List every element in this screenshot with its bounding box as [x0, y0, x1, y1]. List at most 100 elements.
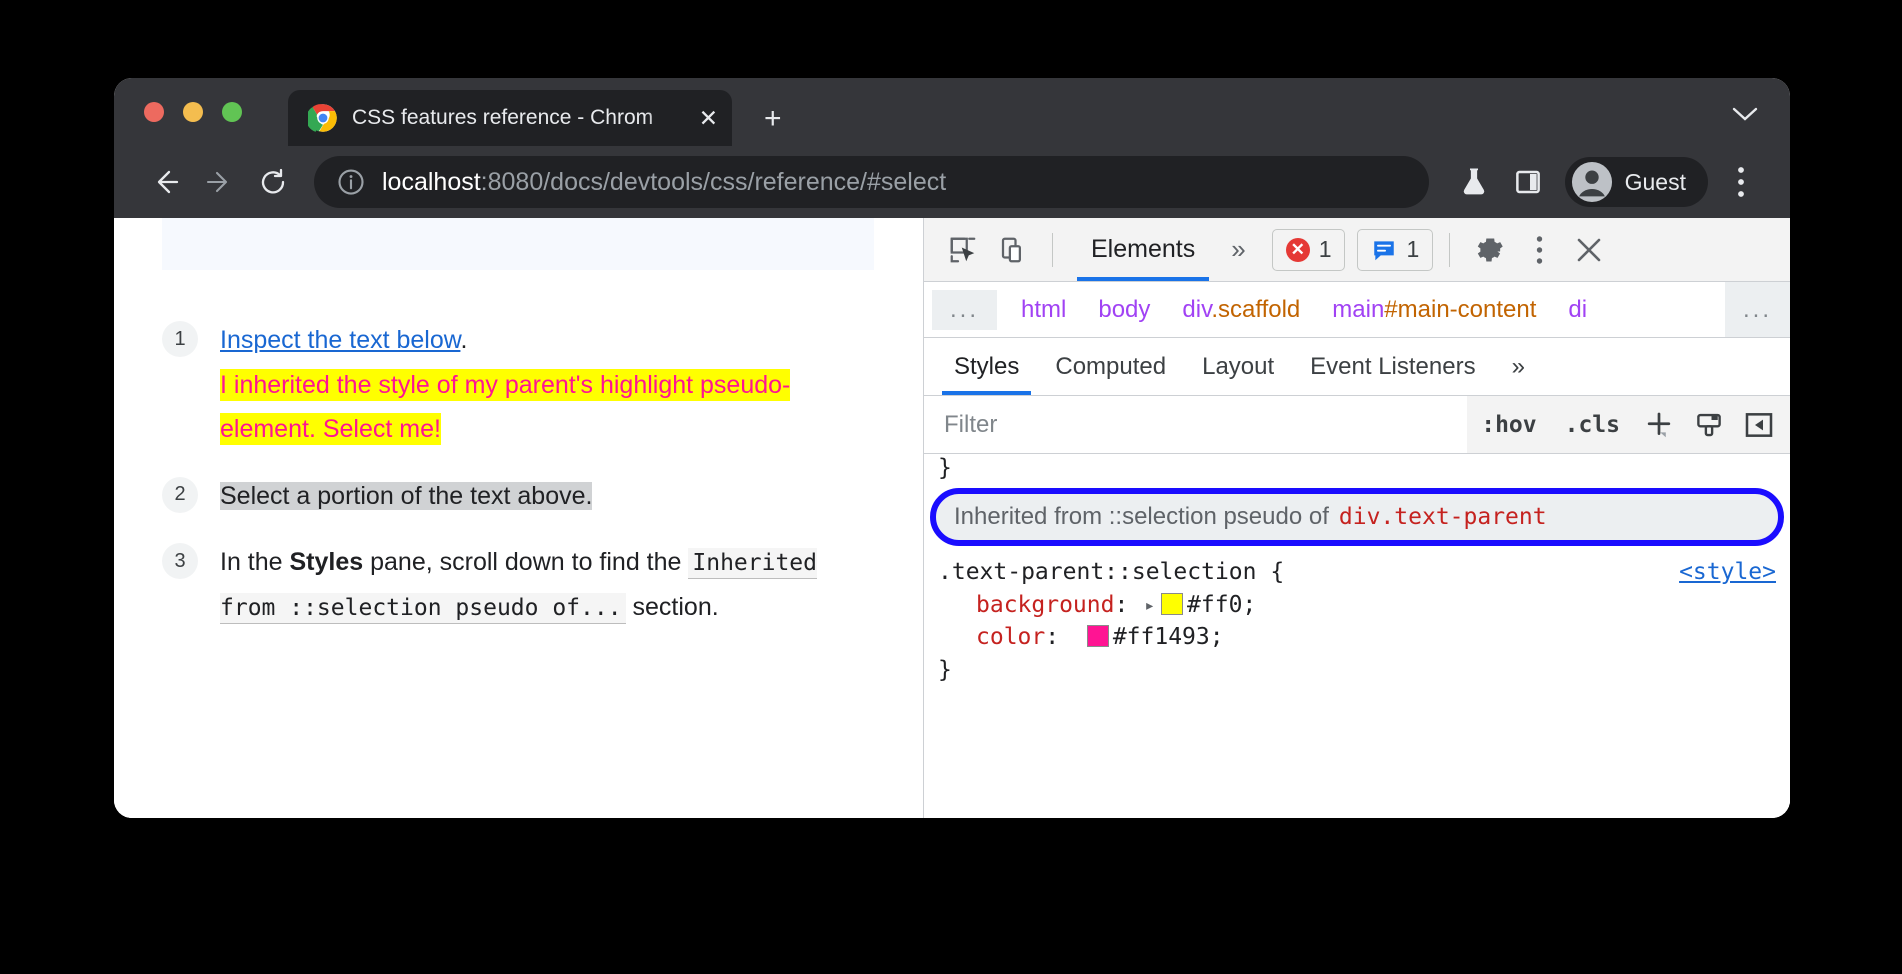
color-swatch-color[interactable] — [1087, 625, 1109, 647]
css-declaration-color[interactable]: color: #ff1493; — [938, 621, 1790, 654]
tab-strip: CSS features reference - Chrom ✕ + — [114, 78, 1790, 146]
side-panel-icon[interactable] — [1501, 155, 1555, 209]
devtools-menu-icon[interactable] — [1516, 227, 1562, 273]
list-item: 2 Select a portion of the text above. — [162, 474, 883, 519]
css-declaration-background[interactable]: background: ▸#ff0; — [938, 589, 1790, 622]
step-3-prefix: In the — [220, 548, 290, 576]
close-window-button[interactable] — [144, 102, 164, 122]
tab-computed[interactable]: Computed — [1037, 338, 1184, 395]
step-number: 2 — [162, 477, 198, 513]
step-3-suffix: section. — [626, 593, 719, 621]
step-content: Select a portion of the text above. — [220, 474, 592, 519]
css-property-name[interactable]: color — [976, 624, 1045, 650]
back-arrow-icon[interactable] — [138, 155, 192, 209]
step-3-bold: Styles — [290, 548, 364, 576]
inspect-the-text-link[interactable]: Inspect the text below — [220, 326, 460, 354]
breadcrumb-item-body[interactable]: body — [1082, 296, 1166, 324]
tab-elements[interactable]: Elements — [1069, 218, 1217, 281]
crumb-tag: di — [1568, 296, 1587, 323]
filter-input[interactable] — [924, 396, 1467, 453]
maximize-window-button[interactable] — [222, 102, 242, 122]
gear-icon[interactable] — [1466, 227, 1512, 273]
url-text: localhost:8080/docs/devtools/css/referen… — [382, 168, 946, 197]
crumb-class: .scaffold — [1211, 296, 1300, 323]
crumb-tag: html — [1021, 296, 1066, 323]
chevron-down-icon[interactable] — [1732, 102, 1758, 128]
breadcrumb-overflow-right[interactable]: ... — [1725, 282, 1790, 337]
close-icon[interactable] — [1566, 227, 1612, 273]
toolbar-divider-2 — [1449, 233, 1450, 267]
message-count: 1 — [1406, 236, 1419, 263]
tab-layout[interactable]: Layout — [1184, 338, 1292, 395]
address-bar[interactable]: localhost:8080/docs/devtools/css/referen… — [314, 156, 1429, 208]
toggle-sidebar-icon[interactable] — [1734, 402, 1784, 448]
error-circle-icon: ✕ — [1286, 238, 1310, 262]
breadcrumb-item-div-scaffold[interactable]: div.scaffold — [1166, 296, 1316, 324]
css-selector[interactable]: .text-parent::selection { — [938, 556, 1790, 589]
error-count: 1 — [1319, 236, 1332, 263]
reload-icon[interactable] — [246, 155, 300, 209]
step-2-text: Select a portion of the text above. — [220, 482, 592, 510]
crumb-tag: div — [1182, 296, 1211, 323]
style-source-link[interactable]: <style> — [1679, 556, 1776, 589]
css-property-name[interactable]: background — [976, 592, 1114, 618]
three-dot-menu-icon[interactable] — [1714, 155, 1768, 209]
inspect-element-icon[interactable] — [940, 227, 986, 273]
crumb-tag: main — [1332, 296, 1384, 323]
tab-title: CSS features reference - Chrom — [352, 106, 685, 130]
styles-sidebar-tabs: Styles Computed Layout Event Listeners » — [924, 338, 1790, 396]
css-rule-closing-brace: } — [938, 654, 1790, 687]
browser-tab-active[interactable]: CSS features reference - Chrom ✕ — [288, 90, 732, 146]
breadcrumb: ... html body div.scaffold main#main-con… — [924, 282, 1790, 338]
list-item: 1 Inspect the text below. I inherited th… — [162, 318, 883, 452]
device-toolbar-icon[interactable] — [990, 227, 1036, 273]
chrome-icon — [308, 103, 338, 133]
print-media-icon[interactable] — [1684, 402, 1734, 448]
highlighted-selection-text[interactable]: I inherited the style of my parent's hig… — [220, 369, 790, 446]
screenshot-stage: CSS features reference - Chrom ✕ + — [0, 0, 1902, 974]
breadcrumb-item-div[interactable]: di — [1552, 296, 1603, 324]
css-property-value[interactable]: #ff1493; — [1113, 624, 1224, 650]
toolbar-divider — [1052, 233, 1053, 267]
steps-list: 1 Inspect the text below. I inherited th… — [162, 318, 883, 651]
person-avatar-icon — [1571, 161, 1613, 203]
inherited-from-section-header[interactable]: Inherited from ::selection pseudo of div… — [930, 488, 1784, 546]
css-rule-block: <style> .text-parent::selection { backgr… — [924, 546, 1790, 687]
inherited-label: Inherited from ::selection pseudo of — [954, 503, 1329, 531]
message-count-badge[interactable]: 1 — [1357, 229, 1433, 271]
devtools-toolbar: Elements » ✕ 1 1 — [924, 218, 1790, 282]
breadcrumb-item-main-content[interactable]: main#main-content — [1316, 296, 1552, 324]
styles-pane: } Inherited from ::selection pseudo of d… — [924, 454, 1790, 818]
step-1-period: . — [460, 326, 467, 354]
css-property-value[interactable]: #ff0; — [1187, 592, 1256, 618]
step-3-middle: pane, scroll down to find the — [363, 548, 688, 576]
close-tab-button[interactable]: ✕ — [699, 107, 718, 130]
devtools-panel-tabs: Elements » — [1069, 218, 1260, 281]
forward-arrow-icon[interactable] — [192, 155, 246, 209]
inherited-selector[interactable]: div.text-parent — [1339, 504, 1547, 530]
error-count-badge[interactable]: ✕ 1 — [1272, 229, 1346, 271]
hov-button[interactable]: :hov — [1467, 412, 1550, 438]
info-circle-icon[interactable] — [336, 167, 366, 197]
new-style-rule-button[interactable] — [1634, 402, 1684, 448]
crumb-tag: body — [1098, 296, 1150, 323]
breadcrumb-item-html[interactable]: html — [1005, 296, 1082, 324]
step-number: 1 — [162, 321, 198, 357]
expand-shorthand-triangle-icon[interactable]: ▸ — [1144, 593, 1155, 619]
minimize-window-button[interactable] — [183, 102, 203, 122]
tab-event-listeners[interactable]: Event Listeners — [1292, 338, 1493, 395]
more-panels-icon[interactable]: » — [1217, 234, 1259, 265]
flask-icon[interactable] — [1447, 155, 1501, 209]
breadcrumb-overflow-left[interactable]: ... — [932, 290, 997, 330]
more-sidebar-tabs-icon[interactable]: » — [1494, 338, 1543, 395]
cls-button[interactable]: .cls — [1551, 412, 1634, 438]
step-number: 3 — [162, 543, 198, 579]
profile-guest-button[interactable]: Guest — [1565, 157, 1708, 207]
list-item: 3 In the Styles pane, scroll down to fin… — [162, 540, 883, 629]
new-tab-button[interactable]: + — [764, 104, 782, 134]
tab-styles[interactable]: Styles — [936, 338, 1037, 395]
devtools-panel: Elements » ✕ 1 1 — [924, 218, 1790, 818]
color-swatch-background[interactable] — [1161, 593, 1183, 615]
crumb-id: #main-content — [1384, 296, 1536, 323]
message-bubble-icon — [1371, 237, 1397, 263]
